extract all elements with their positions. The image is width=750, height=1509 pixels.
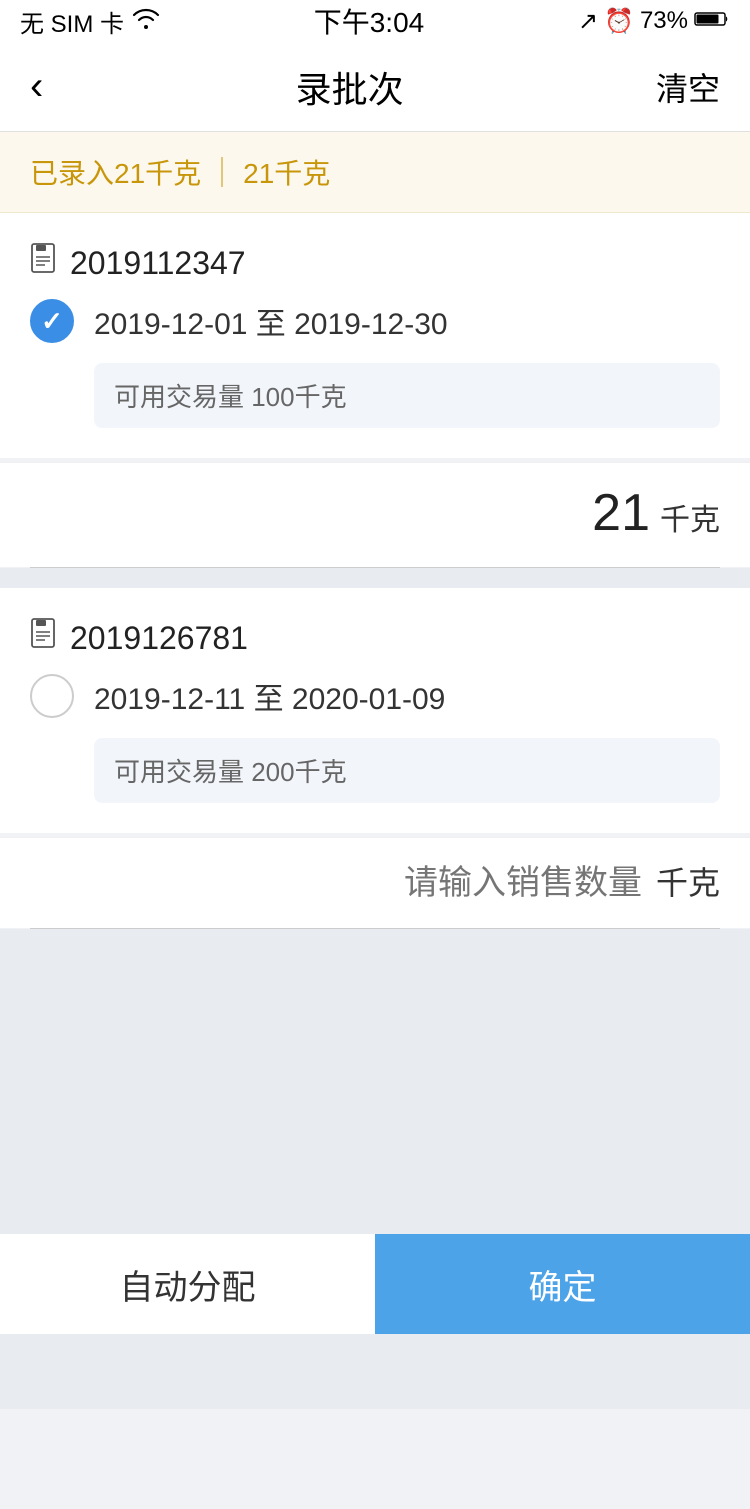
batch-1-date-row[interactable]: 2019-12-01 至 2019-12-30 (30, 299, 720, 343)
batch-1-qty: 可用交易量 100千克 (94, 363, 720, 428)
batch-2-qty-input[interactable] (30, 864, 642, 903)
batch-1-header: 2019112347 (30, 243, 720, 283)
batch-1-radio[interactable] (30, 299, 74, 343)
bottom-bar: 自动分配 确定 (0, 1234, 750, 1334)
batch-card-2: 2019126781 2019-12-11 至 2020-01-09 可用交易量… (0, 588, 750, 833)
sim-label: 无 SIM 卡 (20, 4, 124, 39)
back-button[interactable]: ‹ (30, 64, 43, 109)
batch-1-date: 2019-12-01 至 2019-12-30 (94, 299, 448, 343)
batch-2-qty: 可用交易量 200千克 (94, 738, 720, 803)
summary-bar: 已录入21千克 21千克 (0, 132, 750, 213)
status-time: 下午3:04 (314, 1, 425, 41)
gray-area (0, 929, 750, 1409)
recorded-label: 已录入21千克 (30, 152, 201, 192)
total-label: 21千克 (243, 152, 330, 192)
battery-percent: 73% (640, 7, 688, 35)
wifi-icon (132, 7, 160, 36)
batch-card-1: 2019112347 2019-12-01 至 2019-12-30 可用交易量… (0, 213, 750, 458)
batch-2-id: 2019126781 (70, 620, 248, 657)
status-left: 无 SIM 卡 (20, 4, 160, 39)
nav-bar: ‹ 录批次 清空 (0, 42, 750, 132)
summary-divider (221, 157, 223, 187)
batch-2-input-unit: 千克 (656, 858, 720, 904)
clear-button[interactable]: 清空 (656, 64, 720, 110)
batch-2-header: 2019126781 (30, 618, 720, 658)
location-icon: ↗ (578, 7, 598, 36)
section-divider (0, 568, 750, 588)
batch-2-date: 2019-12-11 至 2020-01-09 (94, 674, 445, 718)
confirm-button[interactable]: 确定 (375, 1234, 750, 1334)
page-title: 录批次 (296, 61, 404, 113)
batch-2-date-row[interactable]: 2019-12-11 至 2020-01-09 (30, 674, 720, 718)
batch-1-id: 2019112347 (70, 245, 246, 282)
batch-1-unit: 千克 (660, 495, 720, 539)
status-bar: 无 SIM 卡 下午3:04 ↗ ⏰ 73% (0, 0, 750, 42)
auto-distribute-button[interactable]: 自动分配 (0, 1234, 375, 1334)
batch-2-radio[interactable] (30, 674, 74, 718)
battery-icon (694, 7, 730, 35)
status-right: ↗ ⏰ 73% (578, 7, 730, 36)
batch-1-icon (30, 243, 60, 283)
batch-1-amount-row: 21 千克 (0, 462, 750, 567)
alarm-icon: ⏰ (604, 7, 634, 36)
batch-2-icon (30, 618, 60, 658)
batch-1-amount: 21 (592, 483, 650, 543)
batch-2-input-row[interactable]: 千克 (0, 837, 750, 928)
